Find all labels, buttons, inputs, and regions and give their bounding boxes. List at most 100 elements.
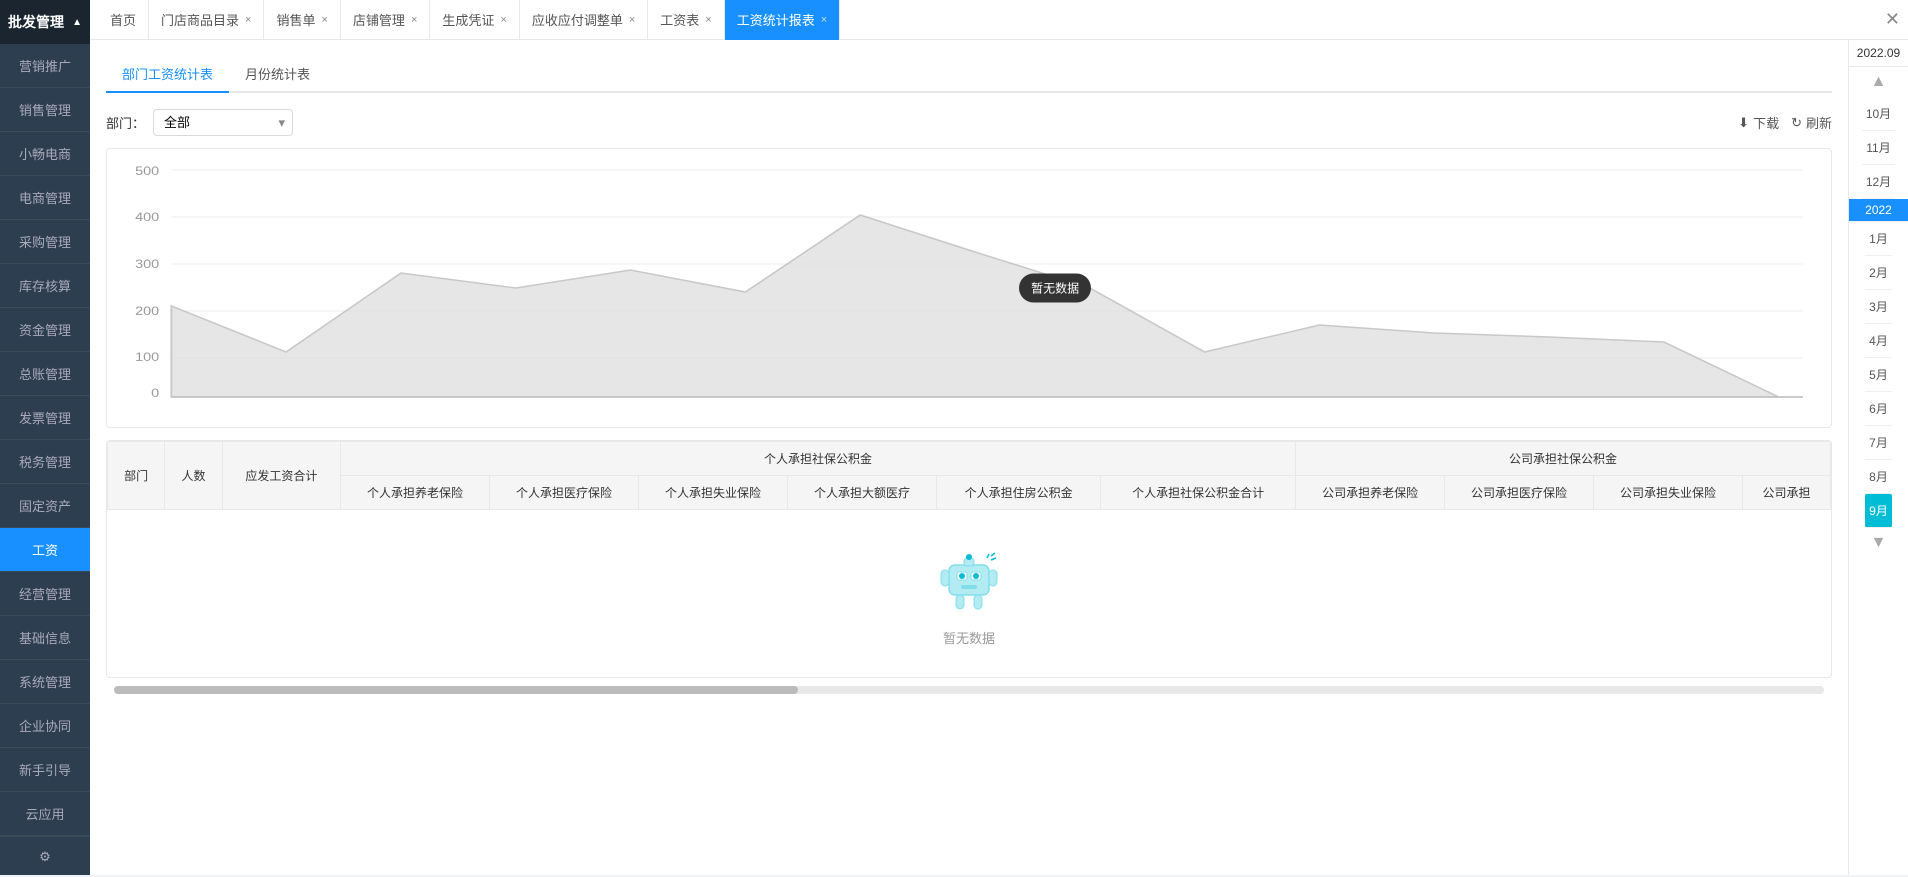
page-content: 部门工资统计表 月份统计表 部门： 全部 ⬇ 下载 <box>90 40 1848 875</box>
date-nav: ▲ 10月11月12月 2022 1月2月3月4月5月6月7月8月9月 ▼ <box>1849 67 1908 558</box>
sidebar-item-经营管理[interactable]: 经营管理 <box>0 572 90 616</box>
top-tab-工资表[interactable]: 工资表 × <box>648 0 724 40</box>
sidebar-item-税务管理[interactable]: 税务管理 <box>0 440 90 484</box>
tab-close-icon[interactable]: × <box>629 14 635 26</box>
dept-select[interactable]: 全部 <box>153 109 293 136</box>
content-area: 部门工资统计表 月份统计表 部门： 全部 ⬇ 下载 <box>90 40 1908 875</box>
top-tab-店铺管理[interactable]: 店铺管理 × <box>341 0 430 40</box>
download-icon: ⬇ <box>1738 115 1749 131</box>
th-p-major-medical: 个人承担大额医疗 <box>788 476 937 510</box>
toolbar-right: ⬇ 下载 ↻ 刷新 <box>1738 113 1832 132</box>
date-panel: 2022.09 ▲ 10月11月12月 2022 1月2月3月4月5月6月7月8… <box>1848 40 1908 875</box>
sidebar-item-企业协同[interactable]: 企业协同 <box>0 704 90 748</box>
date-item-12月[interactable]: 12月 <box>1862 165 1895 199</box>
sidebar-item-采购管理[interactable]: 采购管理 <box>0 220 90 264</box>
top-tab-生成凭证[interactable]: 生成凭证 × <box>430 0 519 40</box>
sidebar-item-系统管理[interactable]: 系统管理 <box>0 660 90 704</box>
date-item-2月[interactable]: 2月 <box>1865 256 1892 290</box>
date-panel-current: 2022.09 <box>1849 40 1908 67</box>
tab-close-icon[interactable]: × <box>705 14 711 26</box>
sidebar-header[interactable]: 批发管理 ▲ <box>0 0 90 44</box>
chart-area-polygon <box>171 215 1778 397</box>
th-company-group: 公司承担社保公积金 <box>1296 442 1831 476</box>
top-tab-销售单[interactable]: 销售单 × <box>264 0 340 40</box>
th-c-other: 公司承担 <box>1743 476 1831 510</box>
svg-text:100: 100 <box>135 350 159 364</box>
date-up-arrow[interactable]: ▲ <box>1865 67 1893 97</box>
date-item-7月[interactable]: 7月 <box>1865 426 1892 460</box>
th-p-total: 个人承担社保公积金合计 <box>1101 476 1296 510</box>
sidebar-item-资金管理[interactable]: 资金管理 <box>0 308 90 352</box>
sidebar: 批发管理 ▲ 营销推广销售管理小畅电商电商管理采购管理库存核算资金管理总账管理发… <box>0 0 90 875</box>
date-item-8月[interactable]: 8月 <box>1865 460 1892 494</box>
top-tab-工资统计报表[interactable]: 工资统计报表 × <box>725 0 840 40</box>
top-tab-label: 生成凭证 <box>442 10 494 29</box>
toolbar: 部门： 全部 ⬇ 下载 ↻ 刷新 <box>106 109 1832 136</box>
empty-robot-icon <box>929 540 1009 620</box>
sidebar-item-电商管理[interactable]: 电商管理 <box>0 176 90 220</box>
top-tab-label: 店铺管理 <box>353 10 405 29</box>
sidebar-item-发票管理[interactable]: 发票管理 <box>0 396 90 440</box>
th-count: 人数 <box>165 442 222 510</box>
sub-tab-dept[interactable]: 部门工资统计表 <box>106 56 229 93</box>
table-header-row2: 个人承担养老保险 个人承担医疗保险 个人承担失业保险 个人承担大额医疗 个人承担… <box>108 476 1831 510</box>
sidebar-item-云应用[interactable]: 云应用 <box>0 792 90 836</box>
date-item-11月[interactable]: 11月 <box>1862 131 1895 165</box>
th-p-medical: 个人承担医疗保险 <box>490 476 639 510</box>
tab-close-icon[interactable]: × <box>411 14 417 26</box>
top-tab-label: 门店商品目录 <box>161 10 239 29</box>
refresh-button[interactable]: ↻ 刷新 <box>1791 113 1832 132</box>
date-item-6月[interactable]: 6月 <box>1865 392 1892 426</box>
sidebar-item-新手引导[interactable]: 新手引导 <box>0 748 90 792</box>
sidebar-item-销售管理[interactable]: 销售管理 <box>0 88 90 132</box>
dept-select-wrapper: 全部 <box>153 109 293 136</box>
top-tab-label: 工资表 <box>660 10 699 29</box>
tab-close-icon[interactable]: × <box>321 14 327 26</box>
sub-tabs: 部门工资统计表 月份统计表 <box>106 56 1832 93</box>
date-item-3月[interactable]: 3月 <box>1865 290 1892 324</box>
top-tab-首页[interactable]: 首页 <box>98 0 149 40</box>
main-area: 首页门店商品目录×销售单×店铺管理×生成凭证×应收应付调整单×工资表×工资统计报… <box>90 0 1908 875</box>
sidebar-title: 批发管理 <box>8 12 64 32</box>
download-button[interactable]: ⬇ 下载 <box>1738 113 1779 132</box>
date-down-arrow[interactable]: ▼ <box>1865 528 1893 558</box>
close-all-button[interactable]: ✕ <box>1885 9 1900 30</box>
refresh-label: 刷新 <box>1806 113 1832 132</box>
scrollbar-thumb[interactable] <box>114 686 798 694</box>
empty-state: 暂无数据 <box>108 510 1831 677</box>
th-c-unemploy: 公司承担失业保险 <box>1594 476 1743 510</box>
th-p-pension: 个人承担养老保险 <box>341 476 490 510</box>
sidebar-toggle-icon: ▲ <box>72 17 82 28</box>
date-item-10月[interactable]: 10月 <box>1862 97 1895 131</box>
sidebar-item-小畅电商[interactable]: 小畅电商 <box>0 132 90 176</box>
svg-text:300: 300 <box>135 257 159 271</box>
download-label: 下载 <box>1753 113 1779 132</box>
scrollbar-track[interactable] <box>114 686 1824 694</box>
top-tab-label: 销售单 <box>276 10 315 29</box>
top-tab-label: 工资统计报表 <box>737 10 815 29</box>
toolbar-left: 部门： 全部 <box>106 109 293 136</box>
sidebar-item-总账管理[interactable]: 总账管理 <box>0 352 90 396</box>
sidebar-footer-settings[interactable]: ⚙ <box>0 836 90 877</box>
sidebar-item-营销推广[interactable]: 营销推广 <box>0 44 90 88</box>
data-table: 部门 人数 应发工资合计 个人承担社保公积金 公司承担社保公积金 个人承担养老保… <box>107 441 1831 677</box>
sub-tab-month[interactable]: 月份统计表 <box>229 56 326 93</box>
th-c-medical: 公司承担医疗保险 <box>1445 476 1594 510</box>
date-item-1月[interactable]: 1月 <box>1865 222 1892 256</box>
top-tab-门店商品目录[interactable]: 门店商品目录 × <box>149 0 264 40</box>
tab-close-icon[interactable]: × <box>245 14 251 26</box>
tab-close-icon[interactable]: × <box>500 14 506 26</box>
sidebar-item-库存核算[interactable]: 库存核算 <box>0 264 90 308</box>
top-tab-应收应付调整单[interactable]: 应收应付调整单× <box>520 0 648 40</box>
svg-text:200: 200 <box>135 304 159 318</box>
sidebar-item-固定资产[interactable]: 固定资产 <box>0 484 90 528</box>
sidebar-item-基础信息[interactable]: 基础信息 <box>0 616 90 660</box>
date-item-9月[interactable]: 9月 <box>1865 494 1892 528</box>
svg-text:0: 0 <box>151 386 159 400</box>
chart-no-data-tooltip: 暂无数据 <box>1019 274 1091 303</box>
date-item-5月[interactable]: 5月 <box>1865 358 1892 392</box>
sidebar-item-工资[interactable]: 工资 <box>0 528 90 572</box>
date-item-4月[interactable]: 4月 <box>1865 324 1892 358</box>
top-tab-label: 首页 <box>110 10 136 29</box>
tab-close-icon[interactable]: × <box>821 14 827 26</box>
